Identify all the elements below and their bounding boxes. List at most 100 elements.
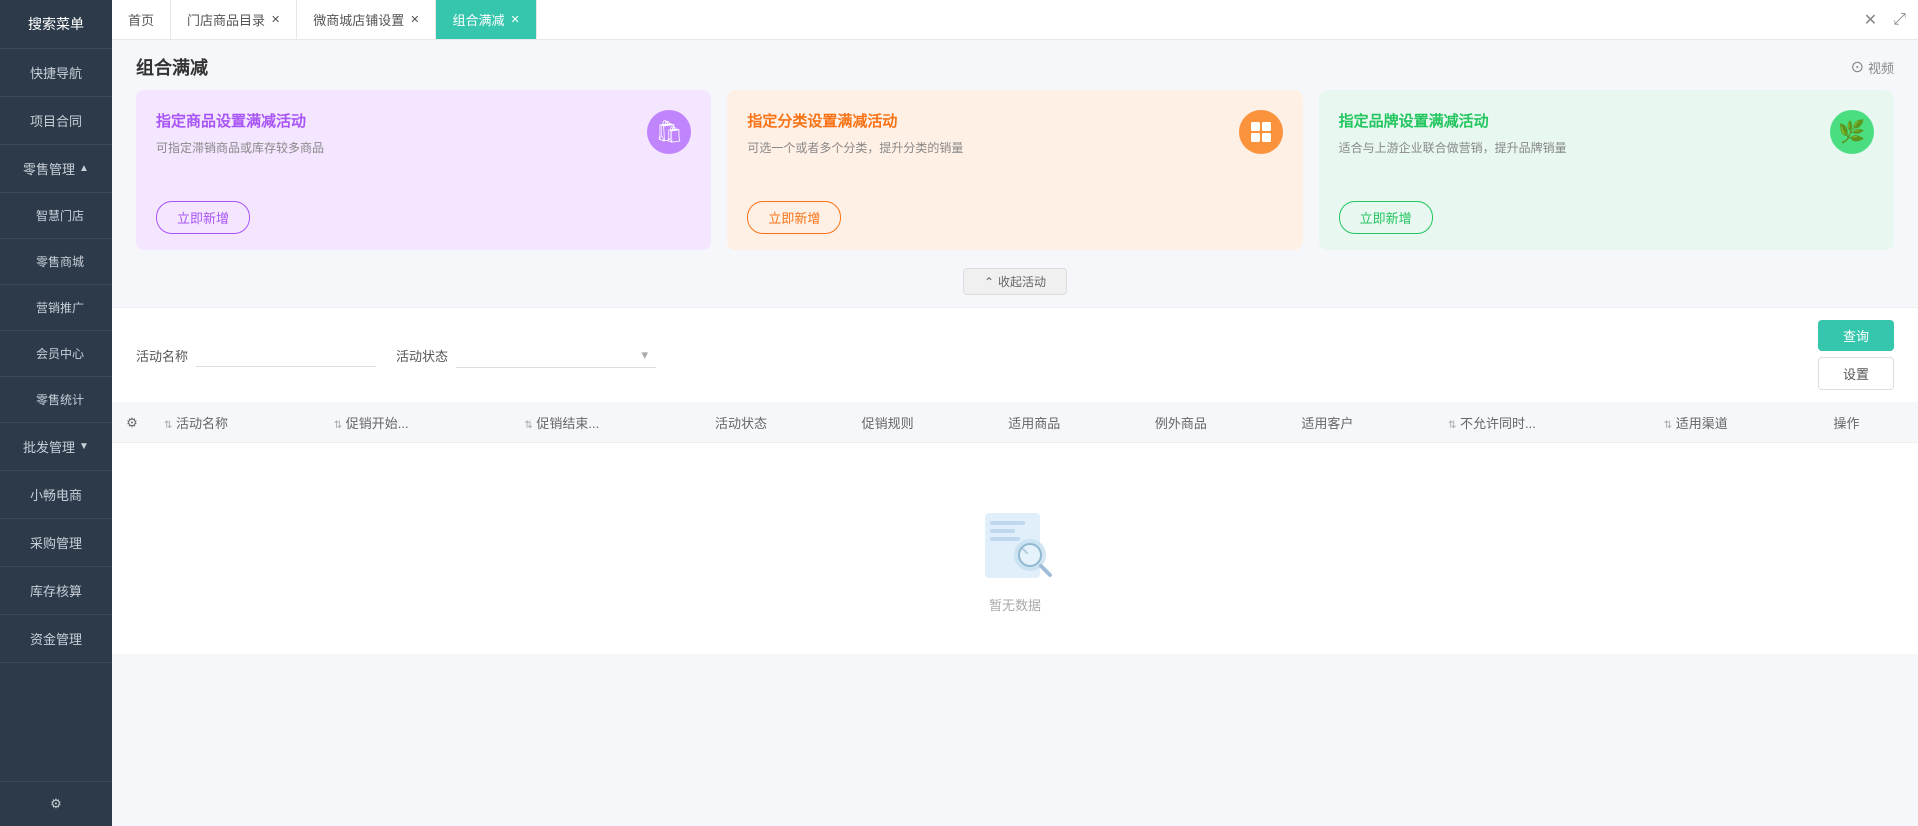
sidebar-item-purchase-mgmt[interactable]: 采购管理 <box>0 519 112 567</box>
th-promo-start: ⇅ 促销开始... <box>322 403 513 443</box>
th-operation: 操作 <box>1822 403 1918 443</box>
sidebar-item-quick-nav[interactable]: 快捷导航 <box>0 49 112 97</box>
sort-icon[interactable]: ⇅ <box>164 420 172 431</box>
th-promo-rule: 促销规则 <box>850 403 997 443</box>
sidebar-item-label: 项目合同 <box>30 111 82 130</box>
sidebar-item-label: 小畅电商 <box>30 485 82 504</box>
main-area: 首页 门店商品目录 ✕ 微商城店铺设置 ✕ 组合满减 ✕ ✕ ⤢ 组合满减 ⊙ … <box>112 0 1918 826</box>
card-category-desc: 可选一个或者多个分类，提升分类的销量 <box>747 139 1282 185</box>
tab-home[interactable]: 首页 <box>112 0 171 39</box>
th-applicable-customer: 适用客户 <box>1289 403 1436 443</box>
card-brand-add-btn[interactable]: 立即新增 <box>1339 201 1433 234</box>
gear-icon[interactable]: ⚙ <box>126 415 138 430</box>
empty-state: 暂无数据 <box>112 443 1918 654</box>
th-applicable-channel: ⇅ 适用渠道 <box>1652 403 1822 443</box>
sidebar-item-xiaochang-ecom[interactable]: 小畅电商 <box>0 471 112 519</box>
video-label: 视频 <box>1868 58 1894 77</box>
sidebar-item-label: 采购管理 <box>30 533 82 552</box>
empty-text: 暂无数据 <box>989 595 1041 614</box>
card-brand-icon: 🌿 <box>1830 110 1874 154</box>
collapse-bar: ⌃ 收起活动 <box>112 262 1918 307</box>
th-gear: ⚙ <box>112 403 152 443</box>
sidebar-item-label: 零售商城 <box>36 253 84 270</box>
th-activity-status-label: 活动状态 <box>715 416 767 431</box>
sidebar-item-wholesale-mgmt[interactable]: 批发管理 ▼ <box>0 423 112 471</box>
card-brand-desc: 适合与上游企业联合做营销，提升品牌销量 <box>1339 139 1874 185</box>
tab-combo-discount[interactable]: 组合满减 ✕ <box>436 0 536 39</box>
tab-combo-discount-close[interactable]: ✕ <box>511 13 520 26</box>
table-wrap: ⚙ ⇅ 活动名称 ⇅ 促销开始... ⇅ 促销结束... <box>112 403 1918 654</box>
sidebar-item-retail-mgmt[interactable]: 零售管理 ▲ <box>0 145 112 193</box>
sidebar-item-label: 会员中心 <box>36 345 84 362</box>
sort-icon[interactable]: ⇅ <box>1664 420 1672 431</box>
card-category-add-btn[interactable]: 立即新增 <box>747 201 841 234</box>
card-product-icon: 🛍 <box>647 110 691 154</box>
tabbar-right-controls: ✕ ⤢ <box>1860 6 1918 34</box>
sidebar-item-retail-stats[interactable]: 零售统计 <box>0 377 112 423</box>
sort-icon[interactable]: ⇅ <box>334 420 342 431</box>
th-applicable-goods-label: 适用商品 <box>1008 416 1060 431</box>
card-by-brand: 🌿 指定品牌设置满减活动 适合与上游企业联合做营销，提升品牌销量 立即新增 <box>1319 90 1894 250</box>
window-close-btn[interactable]: ✕ <box>1860 6 1881 34</box>
card-product-desc: 可指定滞销商品或库存较多商品 <box>156 139 691 185</box>
sidebar-item-label: 零售统计 <box>36 391 84 408</box>
tab-mini-store-settings[interactable]: 微商城店铺设置 ✕ <box>297 0 436 39</box>
sidebar-item-project-contract[interactable]: 项目合同 <box>0 97 112 145</box>
th-applicable-goods: 适用商品 <box>996 403 1143 443</box>
chevron-down-icon: ▾ <box>642 347 649 363</box>
table-header-row: ⚙ ⇅ 活动名称 ⇅ 促销开始... ⇅ 促销结束... <box>112 403 1918 443</box>
sidebar-item-retail-mall[interactable]: 零售商城 <box>0 239 112 285</box>
collapse-activity-btn[interactable]: ⌃ 收起活动 <box>963 268 1067 295</box>
filter-buttons: 查询 设置 <box>1818 320 1894 390</box>
video-link[interactable]: ⊙ 视频 <box>1851 57 1894 77</box>
tabbar: 首页 门店商品目录 ✕ 微商城店铺设置 ✕ 组合满减 ✕ ✕ ⤢ <box>112 0 1918 40</box>
chevron-up-icon: ⌃ <box>984 275 994 289</box>
sidebar-item-label: 资金管理 <box>30 629 82 648</box>
th-promo-end: ⇅ 促销结束... <box>512 403 703 443</box>
content-area: 组合满减 ⊙ 视频 🛍 指定商品设置满减活动 可指定滞销商品或库存较多商品 立即… <box>112 40 1918 826</box>
th-activity-status: 活动状态 <box>703 403 850 443</box>
card-category-icon <box>1239 110 1283 154</box>
setting-button[interactable]: 设置 <box>1818 357 1894 390</box>
tab-mini-store-settings-label: 微商城店铺设置 <box>313 10 404 29</box>
tab-mini-store-settings-close[interactable]: ✕ <box>410 13 419 26</box>
activity-name-filter: 活动名称 <box>136 343 376 367</box>
card-product-add-btn[interactable]: 立即新增 <box>156 201 250 234</box>
sidebar-item-smart-store[interactable]: 智慧门店 <box>0 193 112 239</box>
sidebar: 搜索菜单 快捷导航 项目合同 零售管理 ▲ 智慧门店 零售商城 营销推广 会员中… <box>0 0 112 826</box>
th-promo-end-label: 促销结束... <box>536 416 599 431</box>
sidebar-item-label: 批发管理 <box>23 437 75 456</box>
window-maximize-btn[interactable]: ⤢ <box>1889 7 1910 33</box>
sidebar-item-marketing[interactable]: 营销推广 <box>0 285 112 331</box>
th-activity-name-label: 活动名称 <box>176 416 228 431</box>
tab-store-catalog[interactable]: 门店商品目录 ✕ <box>171 0 297 39</box>
tab-home-label: 首页 <box>128 10 154 29</box>
activity-status-label: 活动状态 <box>396 346 448 365</box>
th-promo-rule-label: 促销规则 <box>862 416 914 431</box>
empty-state-illustration <box>965 503 1065 583</box>
th-activity-name: ⇅ 活动名称 <box>152 403 322 443</box>
sidebar-settings-btn[interactable]: ⚙ <box>0 781 112 826</box>
card-brand-title: 指定品牌设置满减活动 <box>1339 110 1874 131</box>
filter-row: 活动名称 活动状态 ▾ 查询 设置 <box>112 307 1918 402</box>
sidebar-search[interactable]: 搜索菜单 <box>0 0 112 49</box>
card-category-title: 指定分类设置满减活动 <box>747 110 1282 131</box>
sort-icon[interactable]: ⇅ <box>1448 420 1456 431</box>
query-button[interactable]: 查询 <box>1818 320 1894 351</box>
th-operation-label: 操作 <box>1834 416 1860 431</box>
sidebar-item-member-center[interactable]: 会员中心 <box>0 331 112 377</box>
activity-table: ⚙ ⇅ 活动名称 ⇅ 促销开始... ⇅ 促销结束... <box>112 403 1918 443</box>
sidebar-item-inventory-calc[interactable]: 库存核算 <box>0 567 112 615</box>
th-no-concurrent-label: 不允许同时... <box>1460 416 1536 431</box>
sidebar-item-fund-mgmt[interactable]: 资金管理 <box>0 615 112 663</box>
activity-status-select[interactable]: ▾ <box>456 343 656 368</box>
activity-name-input[interactable] <box>196 343 376 367</box>
th-promo-start-label: 促销开始... <box>346 416 409 431</box>
sort-icon[interactable]: ⇅ <box>524 420 532 431</box>
sidebar-item-label: 库存核算 <box>30 581 82 600</box>
th-applicable-customer-label: 适用客户 <box>1301 416 1353 431</box>
th-applicable-channel-label: 适用渠道 <box>1676 416 1728 431</box>
chevron-up-icon: ▲ <box>79 163 89 174</box>
tab-store-catalog-close[interactable]: ✕ <box>271 13 280 26</box>
chevron-down-icon: ▼ <box>79 441 89 452</box>
